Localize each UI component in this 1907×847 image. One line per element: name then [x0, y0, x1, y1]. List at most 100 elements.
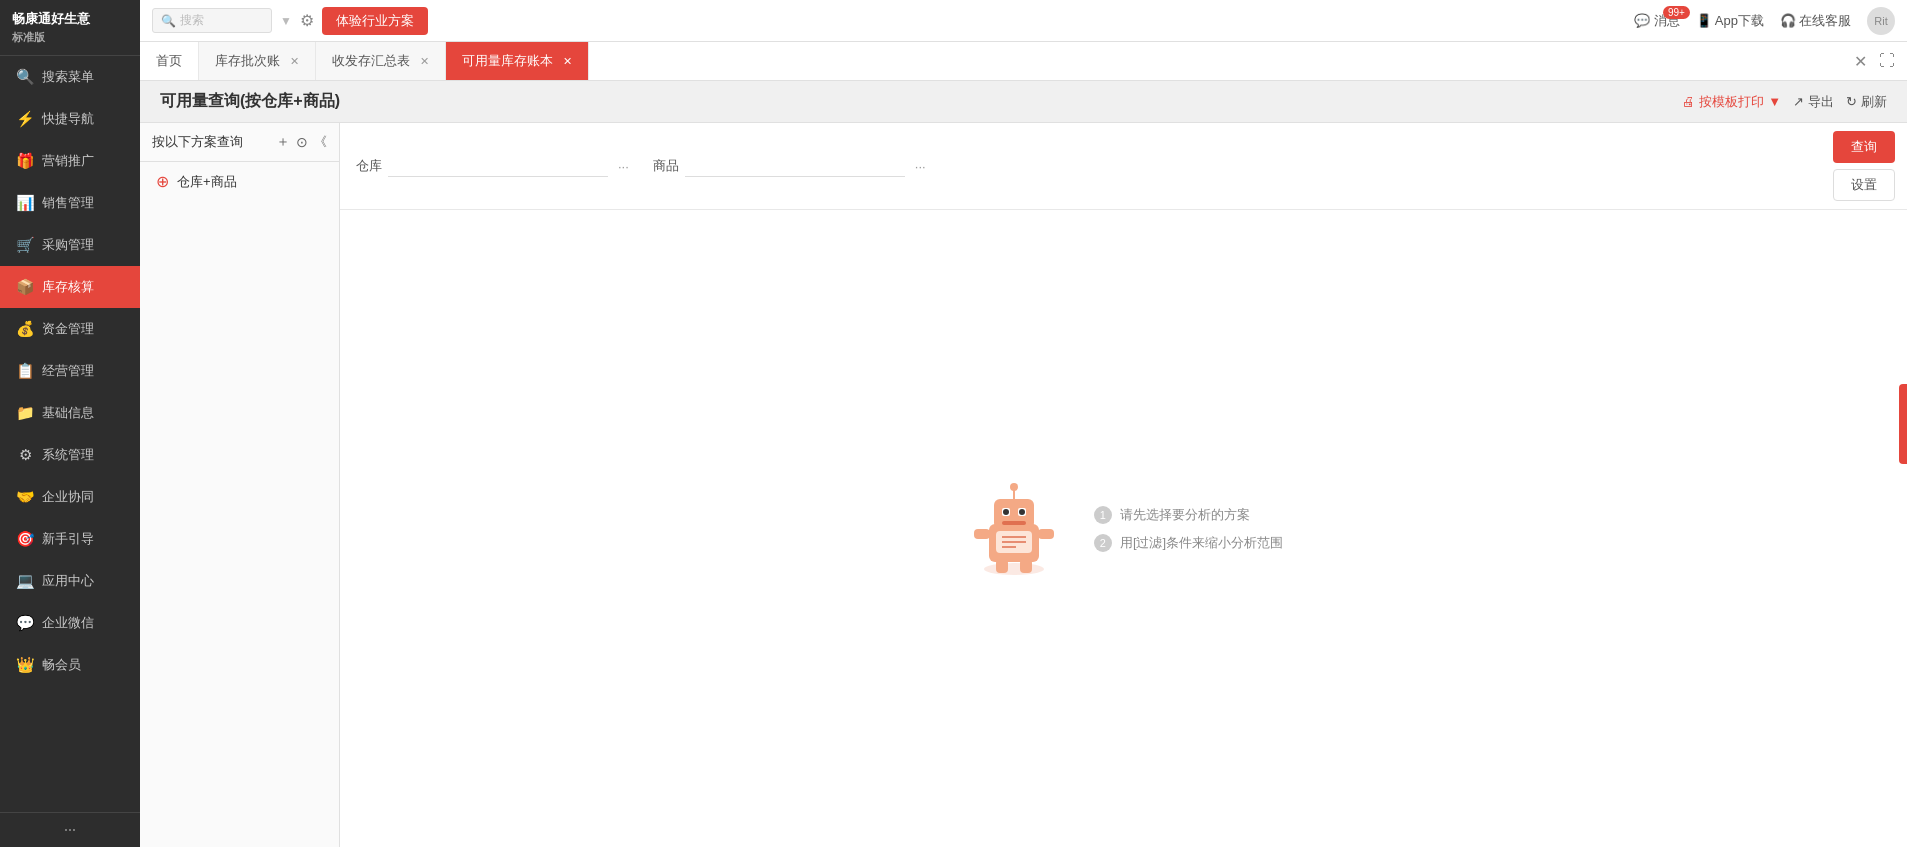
sidebar-item-shortcut[interactable]: ⚡ 快捷导航 [0, 98, 140, 140]
warehouse-label: 仓库 [356, 157, 382, 175]
headset-icon: 🎧 [1780, 13, 1796, 28]
tip-text-1: 请先选择要分析的方案 [1120, 506, 1250, 524]
system-icon: ⚙ [16, 446, 34, 464]
sidebar-item-label: 资金管理 [42, 320, 94, 338]
sidebar-item-finance[interactable]: 💰 资金管理 [0, 308, 140, 350]
settings-button[interactable]: 设置 [1833, 169, 1895, 201]
sidebar-item-system[interactable]: ⚙ 系统管理 [0, 434, 140, 476]
svg-rect-7 [1002, 521, 1026, 525]
tip-num-1: 1 [1094, 506, 1112, 524]
message-badge: 99+ [1663, 6, 1690, 19]
topbar: 🔍 搜索 ▼ ⚙ 体验行业方案 💬 消息 99+ 📱 App下载 🎧 在线客服 … [140, 0, 1907, 42]
trial-button[interactable]: 体验行业方案 [322, 7, 428, 35]
sidebar-item-basic[interactable]: 📁 基础信息 [0, 392, 140, 434]
app-icon: 💻 [16, 572, 34, 590]
app-icon: 📱 [1696, 13, 1712, 28]
svg-point-0 [984, 563, 1044, 575]
online-service-link[interactable]: 🎧 在线客服 [1780, 12, 1851, 30]
sidebar-bottom: ⋯ [0, 812, 140, 847]
enterprise-icon: 🤝 [16, 488, 34, 506]
sales-icon: 📊 [16, 194, 34, 212]
brand-sub: 标准版 [12, 30, 128, 45]
user-avatar[interactable]: Rit [1867, 7, 1895, 35]
sidebar-item-label: 畅会员 [42, 656, 81, 674]
warehouse-more-icon[interactable]: ··· [618, 159, 629, 174]
wechat-icon: 💬 [16, 614, 34, 632]
tab-available-stock[interactable]: 可用量库存账本 ✕ [446, 42, 589, 80]
refresh-button[interactable]: ↻ 刷新 [1846, 93, 1887, 111]
message-button[interactable]: 💬 消息 99+ [1634, 12, 1680, 30]
sidebar-item-label: 搜索菜单 [42, 68, 94, 86]
empty-tips: 1 请先选择要分析的方案 2 用[过滤]条件来缩小分析范围 [1094, 506, 1283, 552]
search-icon: 🔍 [161, 14, 176, 28]
sidebar-item-wechat[interactable]: 💬 企业微信 [0, 602, 140, 644]
brand-name: 畅康通好生意 [12, 10, 128, 28]
sidebar-item-app[interactable]: 💻 应用中心 [0, 560, 140, 602]
goods-label: 商品 [653, 157, 679, 175]
scheme-warehouse-goods[interactable]: ⊕ 仓库+商品 [140, 162, 339, 201]
scroll-handle[interactable] [1899, 384, 1907, 464]
sidebar: 畅康通好生意 标准版 🔍 搜索菜单 ⚡ 快捷导航 🎁 营销推广 📊 销售管理 🛒… [0, 0, 140, 847]
settings-gear-icon[interactable]: ⚙ [300, 11, 314, 30]
left-panel-actions: ＋ ⊙ 《 [276, 133, 327, 151]
empty-robot-illustration [964, 479, 1064, 579]
search-placeholder: 搜索 [180, 12, 204, 29]
export-button[interactable]: ↗ 导出 [1793, 93, 1834, 111]
message-icon: 💬 [1634, 13, 1650, 28]
settings-scheme-icon[interactable]: ⊙ [296, 134, 308, 150]
collapse-panel-icon[interactable]: 《 [314, 133, 327, 151]
sidebar-item-label: 基础信息 [42, 404, 94, 422]
print-button[interactable]: 🖨 按模板打印 ▼ [1682, 93, 1781, 111]
guide-icon: 🎯 [16, 530, 34, 548]
sidebar-item-marketing[interactable]: 🎁 营销推广 [0, 140, 140, 182]
sidebar-item-search[interactable]: 🔍 搜索菜单 [0, 56, 140, 98]
empty-state-inner: 1 请先选择要分析的方案 2 用[过滤]条件来缩小分析范围 [964, 479, 1283, 579]
print-icon: 🖨 [1682, 94, 1695, 109]
filter-fields: 仓库 ··· 商品 ··· [340, 123, 1821, 209]
tab-batch-account[interactable]: 库存批次账 ✕ [199, 42, 316, 80]
tab-receive-summary[interactable]: 收发存汇总表 ✕ [316, 42, 446, 80]
content-area: 按以下方案查询 ＋ ⊙ 《 ⊕ 仓库+商品 仓库 [140, 123, 1907, 847]
sidebar-item-inventory[interactable]: 📦 库存核算 [0, 266, 140, 308]
page-title: 可用量查询(按仓库+商品) [160, 91, 340, 112]
sidebar-item-guide[interactable]: 🎯 新手引导 [0, 518, 140, 560]
sidebar-item-purchase[interactable]: 🛒 采购管理 [0, 224, 140, 266]
query-button[interactable]: 查询 [1833, 131, 1895, 163]
goods-input[interactable] [685, 155, 905, 177]
warehouse-input[interactable] [388, 155, 608, 177]
tab-home[interactable]: 首页 [140, 42, 199, 80]
scheme-label: 仓库+商品 [177, 173, 237, 191]
tab-close-all-button[interactable]: ✕ [1850, 48, 1871, 75]
print-label: 按模板打印 [1699, 93, 1764, 111]
sidebar-item-sales[interactable]: 📊 销售管理 [0, 182, 140, 224]
tip-text-2: 用[过滤]条件来缩小分析范围 [1120, 534, 1283, 552]
svg-rect-12 [996, 559, 1008, 573]
app-download-link[interactable]: 📱 App下载 [1696, 12, 1764, 30]
sidebar-item-operation[interactable]: 📋 经营管理 [0, 350, 140, 392]
tabs-bar: 首页 库存批次账 ✕ 收发存汇总表 ✕ 可用量库存账本 ✕ ✕ ⛶ [140, 42, 1907, 81]
svg-point-5 [1003, 509, 1009, 515]
export-icon: ↗ [1793, 94, 1804, 109]
sidebar-item-label: 采购管理 [42, 236, 94, 254]
goods-more-icon[interactable]: ··· [915, 159, 926, 174]
sidebar-item-enterprise[interactable]: 🤝 企业协同 [0, 476, 140, 518]
tab-available-stock-close[interactable]: ✕ [563, 55, 572, 68]
sidebar-item-label: 库存核算 [42, 278, 94, 296]
tab-batch-account-label: 库存批次账 [215, 52, 280, 70]
shortcut-icon: ⚡ [16, 110, 34, 128]
empty-state: 1 请先选择要分析的方案 2 用[过滤]条件来缩小分析范围 [340, 210, 1907, 847]
tab-available-stock-label: 可用量库存账本 [462, 52, 553, 70]
refresh-label: 刷新 [1861, 93, 1887, 111]
search-box[interactable]: 🔍 搜索 [152, 8, 272, 33]
basic-icon: 📁 [16, 404, 34, 422]
dropdown-arrow[interactable]: ▼ [280, 14, 292, 28]
add-scheme-icon[interactable]: ＋ [276, 133, 290, 151]
finance-icon: 💰 [16, 320, 34, 338]
purchase-icon: 🛒 [16, 236, 34, 254]
sidebar-item-member[interactable]: 👑 畅会员 [0, 644, 140, 686]
tab-expand-button[interactable]: ⛶ [1875, 48, 1899, 74]
tab-receive-summary-close[interactable]: ✕ [420, 55, 429, 68]
tab-batch-account-close[interactable]: ✕ [290, 55, 299, 68]
print-dropdown-icon[interactable]: ▼ [1768, 94, 1781, 109]
sidebar-item-label: 快捷导航 [42, 110, 94, 128]
